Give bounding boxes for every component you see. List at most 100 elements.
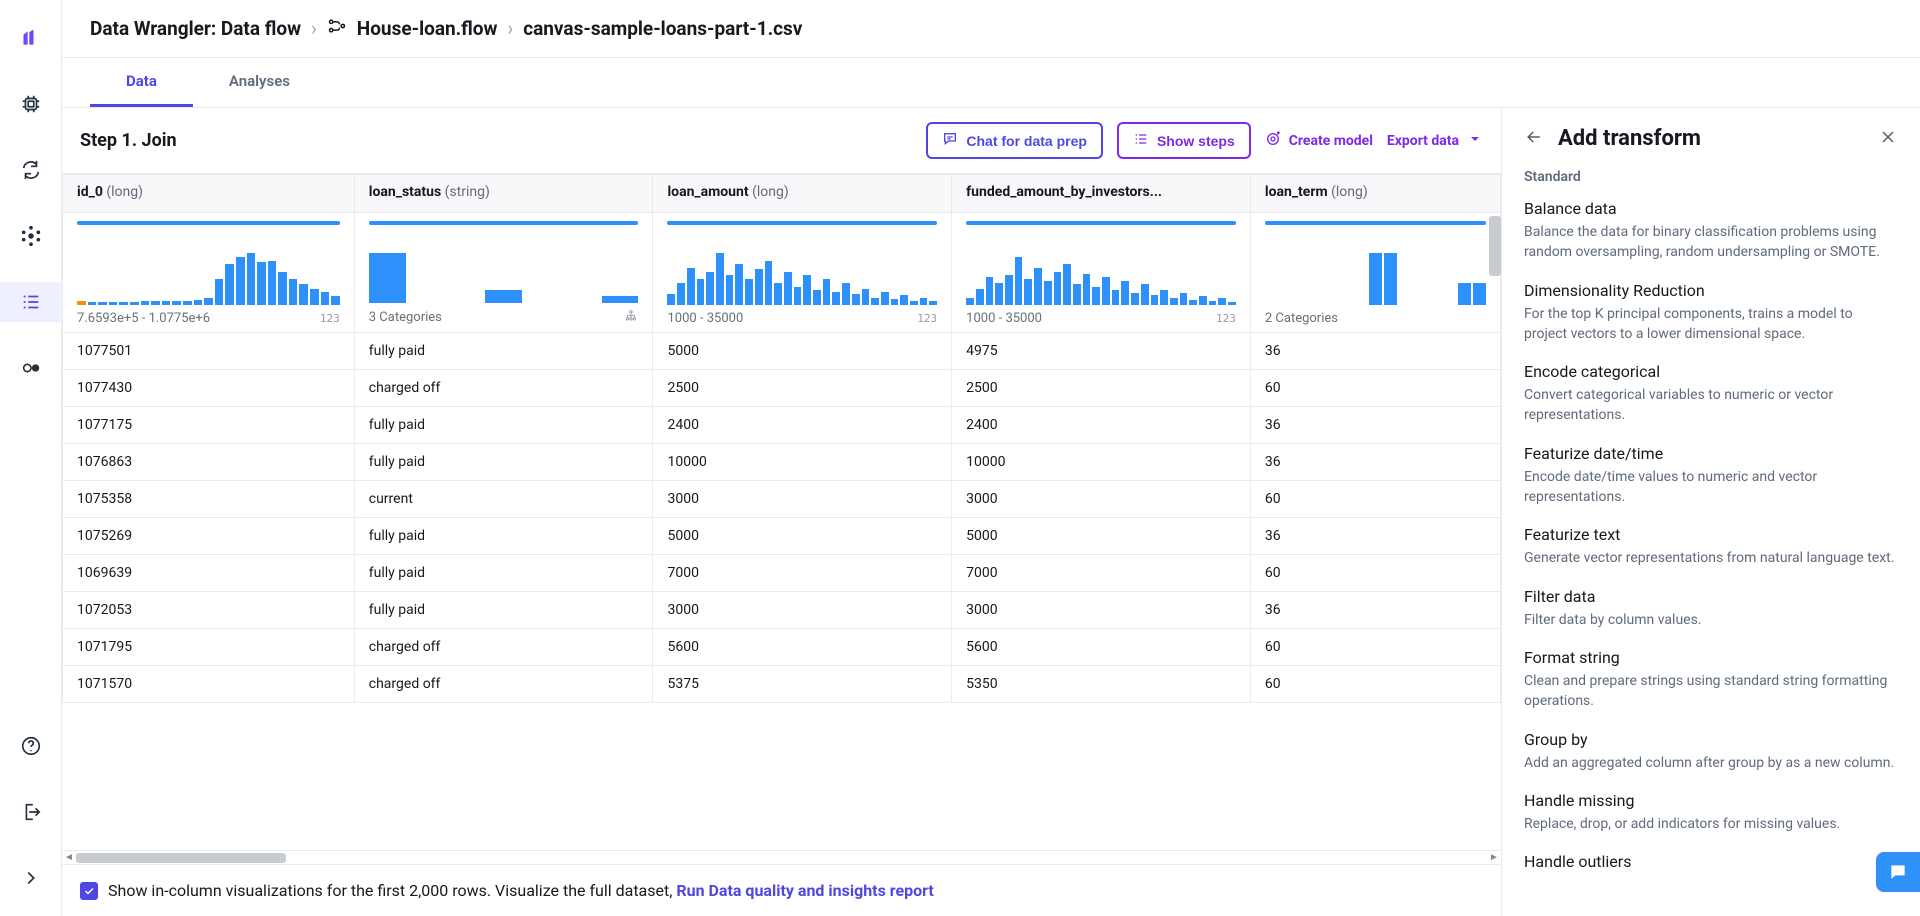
tabs: Data Analyses (62, 58, 1920, 108)
nav-graph-icon[interactable] (0, 216, 62, 256)
table-cell: 36 (1250, 333, 1500, 370)
back-icon[interactable] (1524, 127, 1544, 151)
table-row[interactable]: 1075269fully paid5000500036 (63, 518, 1501, 555)
table-cell: 36 (1250, 444, 1500, 481)
transform-option[interactable]: Featurize date/time Encode date/time val… (1524, 444, 1898, 508)
export-data-dropdown[interactable]: Export data (1387, 131, 1483, 151)
transform-option[interactable]: Featurize text Generate vector represent… (1524, 525, 1898, 568)
column-header[interactable]: loan_amount (long) (653, 175, 952, 213)
horizontal-scrollbar-thumb[interactable] (76, 853, 286, 863)
nav-refresh-icon[interactable] (0, 150, 62, 190)
table-cell: 2400 (653, 407, 952, 444)
show-steps-button[interactable]: Show steps (1117, 122, 1251, 159)
table-cell: 7000 (952, 555, 1251, 592)
table-cell: 1077175 (63, 407, 355, 444)
nav-help-icon[interactable] (0, 726, 62, 766)
table-cell: 10000 (952, 444, 1251, 481)
table-cell: charged off (354, 370, 653, 407)
table-row[interactable]: 1076863fully paid100001000036 (63, 444, 1501, 481)
table-cell: 5375 (653, 666, 952, 703)
column-viz-cell: 1000 - 35000123 (952, 213, 1251, 333)
transform-title: Encode categorical (1524, 362, 1898, 381)
table-cell: 5000 (952, 518, 1251, 555)
nav-list-icon[interactable] (0, 282, 62, 322)
table-row[interactable]: 1072053fully paid3000300036 (63, 592, 1501, 629)
table-row[interactable]: 1077430charged off2500250060 (63, 370, 1501, 407)
transform-option[interactable]: Dimensionality Reduction For the top K p… (1524, 281, 1898, 345)
horizontal-scrollbar[interactable]: ◄ ► (62, 850, 1501, 864)
data-grid-scroll[interactable]: id_0 (long)loan_status (string)loan_amou… (62, 174, 1501, 850)
table-cell: fully paid (354, 592, 653, 629)
caret-down-icon (1467, 131, 1483, 151)
column-viz-cell: 1000 - 35000123 (653, 213, 952, 333)
table-cell: 3000 (952, 592, 1251, 629)
nav-logout-icon[interactable] (0, 792, 62, 832)
chat-fab[interactable] (1876, 852, 1920, 892)
transform-desc: Clean and prepare strings using standard… (1524, 671, 1898, 712)
nav-toggle-icon[interactable] (0, 348, 62, 388)
breadcrumb-flow[interactable]: House-loan.flow (357, 17, 498, 40)
list-icon (1133, 131, 1149, 150)
scroll-right-icon[interactable]: ► (1487, 851, 1501, 865)
panel-section-label: Standard (1524, 169, 1898, 185)
table-cell: 5600 (653, 629, 952, 666)
column-header[interactable]: id_0 (long) (63, 175, 355, 213)
column-viz-cell: 3 Categories (354, 213, 653, 333)
transform-title: Dimensionality Reduction (1524, 281, 1898, 300)
table-cell: 60 (1250, 481, 1500, 518)
table-cell: 60 (1250, 370, 1500, 407)
transform-option[interactable]: Encode categorical Convert categorical v… (1524, 362, 1898, 426)
scroll-left-icon[interactable]: ◄ (62, 851, 76, 865)
tab-data[interactable]: Data (90, 58, 193, 107)
column-header[interactable]: loan_term (long) (1250, 175, 1500, 213)
nav-chip-icon[interactable] (0, 84, 62, 124)
viz-toggle-bar: Show in-column visualizations for the fi… (62, 864, 1501, 916)
transform-option[interactable]: Handle outliers (1524, 852, 1898, 871)
transform-desc: Encode date/time values to numeric and v… (1524, 467, 1898, 508)
table-row[interactable]: 1077175fully paid2400240036 (63, 407, 1501, 444)
table-cell: 2400 (952, 407, 1251, 444)
table-row[interactable]: 1069639fully paid7000700060 (63, 555, 1501, 592)
table-cell: current (354, 481, 653, 518)
nav-expand-icon[interactable] (0, 858, 62, 898)
step-title: Step 1. Join (80, 130, 177, 151)
chevron-right-icon: › (508, 17, 514, 40)
transform-title: Featurize date/time (1524, 444, 1898, 463)
breadcrumb-root[interactable]: Data Wrangler: Data flow (90, 17, 301, 40)
table-row[interactable]: 1075358current3000300060 (63, 481, 1501, 518)
flow-icon (327, 16, 347, 41)
table-cell: 5000 (653, 333, 952, 370)
target-icon (1265, 131, 1281, 151)
transform-option[interactable]: Balance data Balance the data for binary… (1524, 199, 1898, 263)
table-cell: 3000 (653, 592, 952, 629)
transform-option[interactable]: Handle missing Replace, drop, or add ind… (1524, 791, 1898, 834)
transform-title: Handle outliers (1524, 852, 1898, 871)
viz-toggle-checkbox[interactable] (80, 882, 98, 900)
transform-desc: Generate vector representations from nat… (1524, 548, 1898, 568)
table-cell: 36 (1250, 518, 1500, 555)
app-logo-icon[interactable] (0, 18, 62, 58)
table-cell: 36 (1250, 407, 1500, 444)
vertical-scrollbar-thumb[interactable] (1489, 216, 1501, 276)
table-row[interactable]: 1071570charged off5375535060 (63, 666, 1501, 703)
table-cell: 1069639 (63, 555, 355, 592)
chat-for-data-prep-button[interactable]: Chat for data prep (926, 122, 1103, 159)
transform-option[interactable]: Group by Add an aggregated column after … (1524, 730, 1898, 773)
transform-option[interactable]: Format string Clean and prepare strings … (1524, 648, 1898, 712)
table-cell: 60 (1250, 555, 1500, 592)
tab-analyses[interactable]: Analyses (193, 58, 326, 107)
transform-title: Filter data (1524, 587, 1898, 606)
breadcrumb: Data Wrangler: Data flow › House-loan.fl… (62, 0, 1920, 58)
transform-option[interactable]: Filter data Filter data by column values… (1524, 587, 1898, 630)
column-header[interactable]: loan_status (string) (354, 175, 653, 213)
table-cell: fully paid (354, 555, 653, 592)
create-model-button[interactable]: Create model (1265, 131, 1373, 151)
table-cell: 60 (1250, 666, 1500, 703)
table-row[interactable]: 1071795charged off5600560060 (63, 629, 1501, 666)
column-header[interactable]: funded_amount_by_investors... (952, 175, 1251, 213)
table-row[interactable]: 1077501fully paid5000497536 (63, 333, 1501, 370)
run-data-quality-link[interactable]: Run Data quality and insights report (676, 881, 933, 900)
table-cell: 1072053 (63, 592, 355, 629)
table-cell: 1075269 (63, 518, 355, 555)
close-icon[interactable] (1878, 127, 1898, 151)
